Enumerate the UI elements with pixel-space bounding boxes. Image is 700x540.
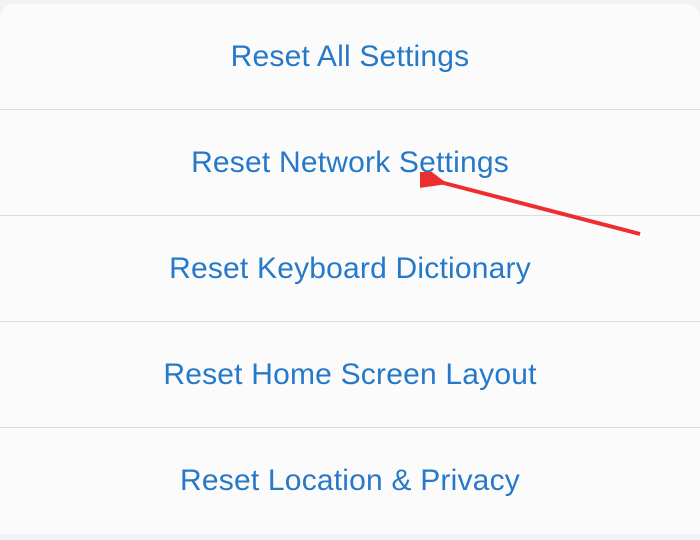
- reset-network-settings-item[interactable]: Reset Network Settings: [0, 110, 700, 216]
- reset-all-settings-label: Reset All Settings: [231, 40, 470, 74]
- reset-location-privacy-item[interactable]: Reset Location & Privacy: [0, 428, 700, 534]
- reset-network-settings-label: Reset Network Settings: [191, 146, 509, 180]
- reset-keyboard-dictionary-item[interactable]: Reset Keyboard Dictionary: [0, 216, 700, 322]
- reset-menu-list: Reset All Settings Reset Network Setting…: [0, 4, 700, 534]
- reset-home-screen-layout-label: Reset Home Screen Layout: [163, 358, 536, 392]
- reset-home-screen-layout-item[interactable]: Reset Home Screen Layout: [0, 322, 700, 428]
- reset-location-privacy-label: Reset Location & Privacy: [180, 464, 520, 498]
- reset-keyboard-dictionary-label: Reset Keyboard Dictionary: [169, 252, 531, 286]
- reset-all-settings-item[interactable]: Reset All Settings: [0, 4, 700, 110]
